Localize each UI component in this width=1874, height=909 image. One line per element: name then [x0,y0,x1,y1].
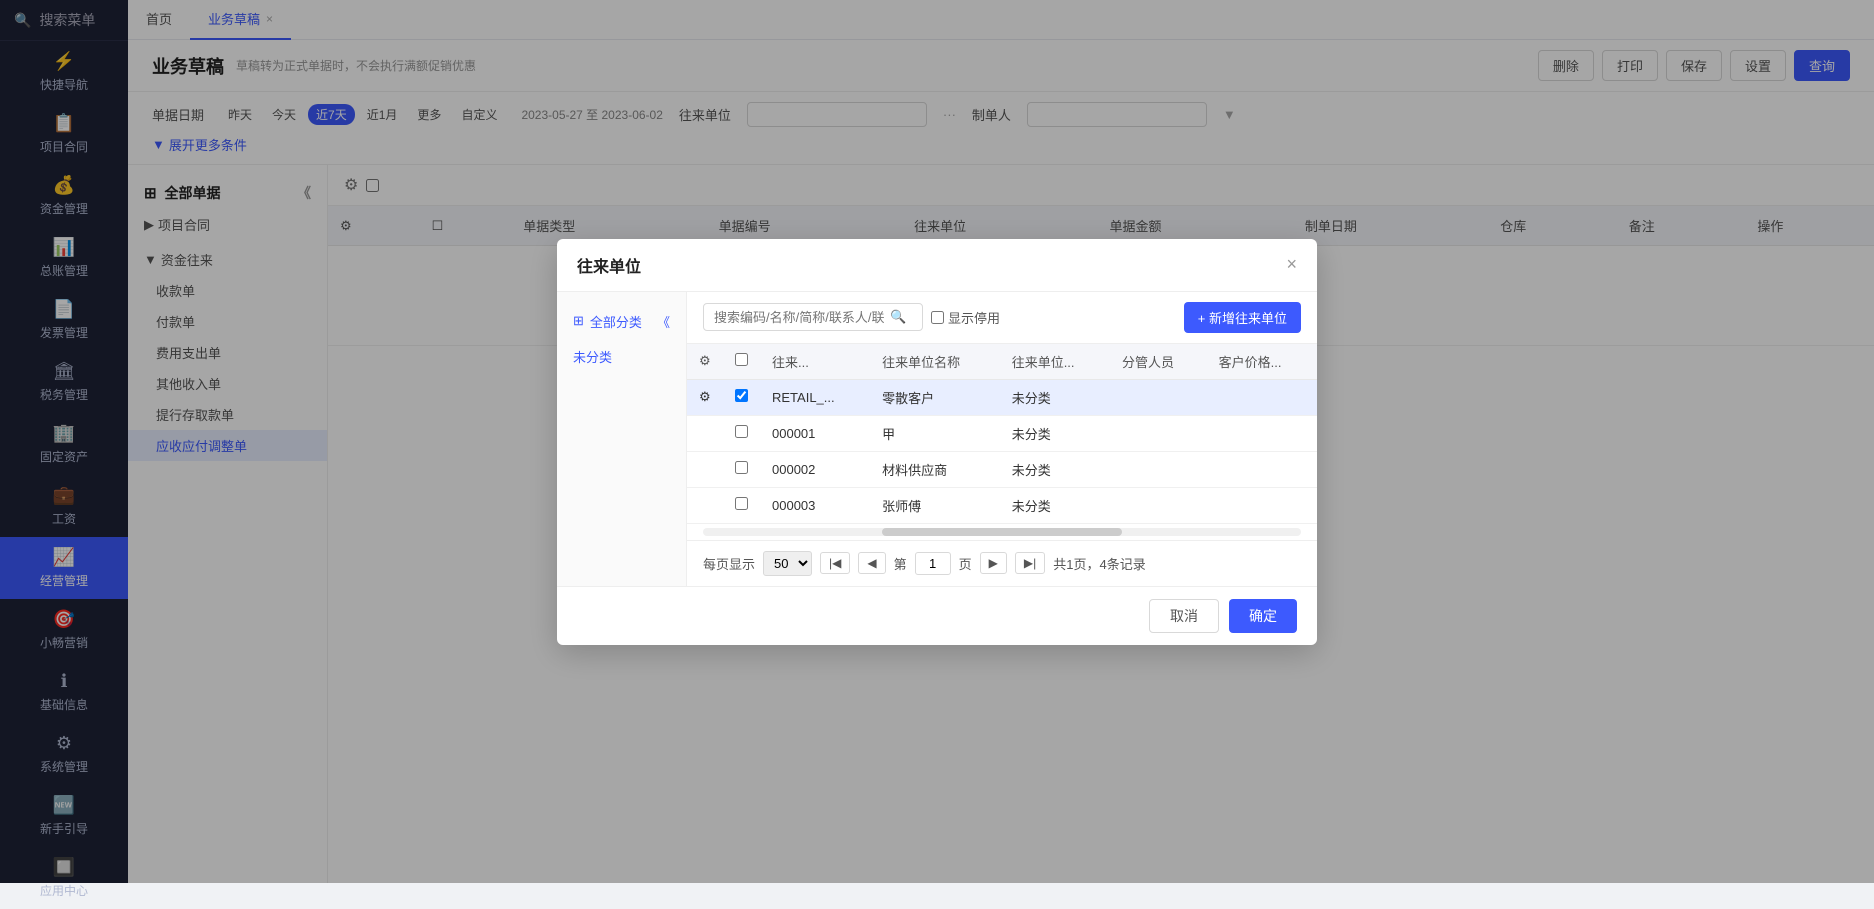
dialog-sidebar: ⊞ 全部分类 《 未分类 [557,292,687,586]
row-category: 未分类 [1000,415,1110,451]
dialog-toolbar: 🔍 显示停用 + 新增往来单位 [687,292,1317,344]
row-checkbox[interactable] [723,415,760,451]
table-row[interactable]: 000002 材料供应商 未分类 [687,451,1317,487]
row-code: 000001 [760,415,870,451]
row-code: 000002 [760,451,870,487]
last-page-button[interactable]: ▶| [1015,552,1045,574]
row-category: 未分类 [1000,451,1110,487]
row-checkbox[interactable] [723,379,760,415]
sidebar-item-label: 应用中心 [40,882,88,899]
cancel-button[interactable]: 取消 [1149,599,1219,633]
table-row[interactable]: 000003 张师傅 未分类 [687,487,1317,523]
dialog-close-button[interactable]: × [1286,254,1297,275]
dialog-table-wrap: ⚙ 往来... 往来单位名称 往来单位... 分管人员 客户价格... [687,344,1317,524]
row-code: 000003 [760,487,870,523]
grid-icon-dialog: ⊞ [573,313,584,329]
dialog-col-price: 客户价格... [1207,344,1317,380]
dialog-sidebar-item-uncategorized[interactable]: 未分类 [557,339,686,374]
dialog-scrollbar-thumb [882,528,1121,536]
dialog-col-name: 往来单位名称 [870,344,1000,380]
row-checkbox[interactable] [723,451,760,487]
row-name: 张师傅 [870,487,1000,523]
dialog-col-checkbox[interactable] [723,344,760,380]
row-manager [1110,379,1207,415]
row-settings [687,487,723,523]
page-label: 第 [894,554,907,573]
row-manager [1110,451,1207,487]
next-page-button[interactable]: ▶ [980,552,1007,574]
row-name: 甲 [870,415,1000,451]
search-icon-dialog: 🔍 [890,309,906,325]
table-row[interactable]: 000001 甲 未分类 [687,415,1317,451]
page-suffix: 页 [959,554,972,573]
dialog-pagination: 每页显示 50 |◀ ◀ 第 页 ▶ ▶| 共1页，4条记录 [687,540,1317,586]
dialog-scrollbar[interactable] [703,528,1301,536]
dialog-header: 往来单位 × [557,239,1317,292]
row-price [1207,379,1317,415]
dialog-sidebar-title: 全部分类 [590,312,642,331]
dialog-table: ⚙ 往来... 往来单位名称 往来单位... 分管人员 客户价格... [687,344,1317,524]
row-manager [1110,415,1207,451]
row-name: 材料供应商 [870,451,1000,487]
collapse-dialog-icon[interactable]: 《 [657,312,670,331]
row-name: 零散客户 [870,379,1000,415]
page-input[interactable] [915,552,951,575]
row-category: 未分类 [1000,379,1110,415]
row-checkbox[interactable] [723,487,760,523]
dialog-main: 🔍 显示停用 + 新增往来单位 ⚙ [687,292,1317,586]
row-price [1207,487,1317,523]
first-page-button[interactable]: |◀ [820,552,850,574]
show-disabled-label[interactable]: 显示停用 [931,308,1000,327]
row-manager [1110,487,1207,523]
row-settings [687,415,723,451]
search-input[interactable] [714,310,884,325]
table-row[interactable]: ⚙ RETAIL_... 零散客户 未分类 [687,379,1317,415]
show-disabled-checkbox[interactable] [931,311,944,324]
row-price [1207,415,1317,451]
dialog-col-settings[interactable]: ⚙ [687,344,723,380]
row-code: RETAIL_... [760,379,870,415]
counterparty-dialog: 往来单位 × ⊞ 全部分类 《 未分类 [557,239,1317,645]
new-counterparty-button[interactable]: + 新增往来单位 [1184,302,1301,333]
dialog-col-code: 往来... [760,344,870,380]
total-text: 共1页，4条记录 [1053,554,1145,573]
row-category: 未分类 [1000,487,1110,523]
dialog-select-all[interactable] [735,353,748,366]
dialog-title: 往来单位 [577,253,641,277]
row-settings: ⚙ [687,379,723,415]
dialog-col-manager: 分管人员 [1110,344,1207,380]
confirm-button[interactable]: 确定 [1229,599,1297,633]
search-box: 🔍 [703,303,923,331]
row-price [1207,451,1317,487]
per-page-label: 每页显示 [703,554,755,573]
dialog-overlay: 往来单位 × ⊞ 全部分类 《 未分类 [0,0,1874,883]
per-page-select[interactable]: 50 [763,551,812,576]
dialog-col-category: 往来单位... [1000,344,1110,380]
dialog-sidebar-header: ⊞ 全部分类 《 [557,304,686,339]
dialog-body: ⊞ 全部分类 《 未分类 🔍 [557,292,1317,586]
dialog-table-header-row: ⚙ 往来... 往来单位名称 往来单位... 分管人员 客户价格... [687,344,1317,380]
dialog-toolbar-left: 🔍 显示停用 [703,303,1000,331]
prev-page-button[interactable]: ◀ [858,552,885,574]
dialog-footer: 取消 确定 [557,586,1317,645]
show-disabled-text: 显示停用 [948,308,1000,327]
row-settings [687,451,723,487]
